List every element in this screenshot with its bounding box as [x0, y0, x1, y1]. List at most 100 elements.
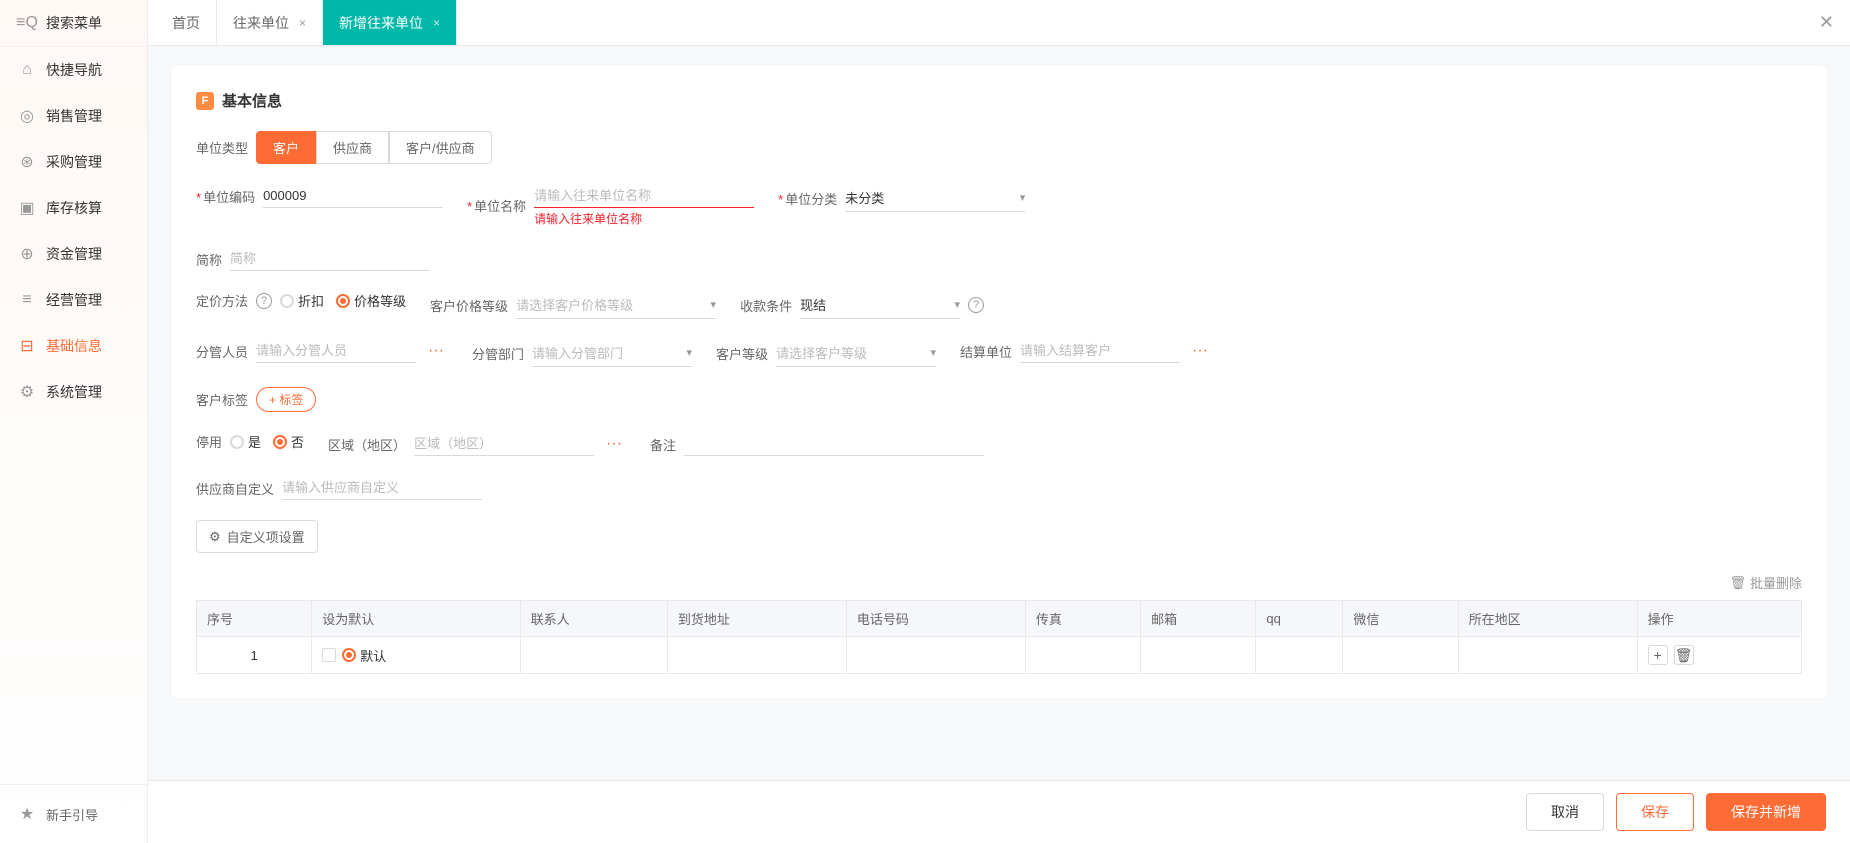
sidebar-item-label: 资金管理	[46, 244, 102, 264]
default-radio-dot	[346, 652, 352, 658]
department-label: 分管部门	[472, 344, 524, 363]
add-row-button[interactable]: +	[1648, 645, 1668, 665]
pricing-method-group: 定价方法 ? 折扣 价格等级	[196, 291, 406, 310]
th-wechat: 微信	[1343, 601, 1458, 637]
batch-delete-label: 批量删除	[1750, 573, 1802, 592]
tab-new-partner-close[interactable]: ×	[433, 16, 440, 30]
content-area: F 基本信息 单位类型 客户 供应商 客户/供应商 *单位编码	[148, 46, 1850, 780]
supplier-custom-label: 供应商自定义	[196, 479, 274, 498]
tab-home-label: 首页	[172, 13, 200, 33]
region-input[interactable]	[414, 432, 594, 456]
cancel-button[interactable]: 取消	[1526, 793, 1604, 831]
th-action: 操作	[1637, 601, 1801, 637]
unit-btn-customer[interactable]: 客户	[256, 131, 316, 164]
finance-icon: ⊕	[16, 243, 38, 265]
th-email: 邮箱	[1141, 601, 1256, 637]
radio-discount[interactable]: 折扣	[280, 291, 324, 310]
radio-price-level-circle	[336, 294, 350, 308]
manager-group: 分管人员 ···	[196, 339, 448, 363]
unit-code-input[interactable]	[263, 184, 443, 208]
short-name-group: 简称	[196, 247, 430, 271]
sidebar-item-finance[interactable]: ⊕ 资金管理	[0, 231, 147, 277]
footer: 取消 保存 保存并新增	[148, 780, 1850, 843]
sidebar-item-inventory[interactable]: ▣ 库存核算	[0, 185, 147, 231]
td-qq	[1256, 637, 1343, 674]
sidebar-item-label: 快捷导航	[46, 60, 102, 80]
unit-name-input[interactable]	[534, 184, 754, 208]
settlement-unit-group: 结算单位 ···	[960, 339, 1212, 363]
collection-question-icon[interactable]: ?	[968, 297, 984, 313]
tab-partners-label: 往来单位	[233, 13, 289, 33]
unit-category-label: *单位分类	[778, 189, 837, 208]
manager-more-btn[interactable]: ···	[424, 342, 448, 360]
basic-icon: ⊟	[16, 335, 38, 357]
collection-condition-select[interactable]: 现结 ▾	[800, 291, 960, 319]
default-radio[interactable]: 默认	[342, 646, 386, 665]
trash-icon: 🗑	[1729, 575, 1746, 591]
row-checkbox[interactable]	[322, 648, 336, 662]
add-tag-button[interactable]: + 标签	[256, 387, 316, 412]
radio-discount-label: 折扣	[298, 291, 324, 310]
settlement-unit-more-btn[interactable]: ···	[1188, 342, 1212, 360]
customer-level-select[interactable]: 请选择客户等级 ▾	[776, 339, 936, 367]
tab-home[interactable]: 首页	[156, 0, 217, 45]
unit-category-select[interactable]: 未分类 ▾	[845, 184, 1025, 212]
radio-price-level-dot	[340, 298, 346, 304]
radio-disabled-yes[interactable]: 是	[230, 432, 261, 451]
customer-level-label: 客户等级	[716, 344, 768, 363]
tab-new-partner[interactable]: 新增往来单位 ×	[323, 0, 457, 45]
sidebar-item-system[interactable]: ⚙ 系统管理	[0, 369, 147, 415]
radio-disabled-no[interactable]: 否	[273, 432, 304, 451]
custom-settings-button[interactable]: ⚙ 自定义项设置	[196, 520, 318, 553]
th-contact: 联系人	[520, 601, 667, 637]
customer-price-level-select[interactable]: 请选择客户价格等级 ▾	[516, 291, 716, 319]
sidebar-item-operations[interactable]: ≡ 经营管理	[0, 277, 147, 323]
radio-discount-circle	[280, 294, 294, 308]
unit-btn-supplier[interactable]: 供应商	[316, 131, 389, 164]
sidebar-item-label: 采购管理	[46, 152, 102, 172]
td-email	[1141, 637, 1256, 674]
th-default: 设为默认	[312, 601, 520, 637]
tab-bar: 首页 往来单位 × 新增往来单位 × ✕	[148, 0, 1850, 46]
customer-price-level-label: 客户价格等级	[430, 296, 508, 315]
sidebar-item-sales[interactable]: ◎ 销售管理	[0, 93, 147, 139]
sidebar: ≡Q 搜索菜单 ⌂ 快捷导航 ◎ 销售管理 ⊛ 采购管理 ▣ 库存核算 ⊕ 资金…	[0, 0, 148, 843]
sidebar-bottom-label: 新手引导	[46, 805, 98, 824]
tab-partners-close[interactable]: ×	[299, 16, 306, 30]
tags-row: 客户标签 + 标签	[196, 387, 1802, 412]
sidebar-search[interactable]: ≡Q 搜索菜单	[0, 0, 147, 47]
remarks-input[interactable]	[684, 432, 984, 456]
sidebar-item-new-guide[interactable]: ★ 新手引导	[0, 793, 147, 835]
sidebar-item-quick-nav[interactable]: ⌂ 快捷导航	[0, 47, 147, 93]
td-actions: + 🗑	[1637, 637, 1801, 674]
pricing-question-icon[interactable]: ?	[256, 293, 272, 309]
manager-input[interactable]	[256, 339, 416, 363]
supplier-custom-input[interactable]	[282, 476, 482, 500]
main-area: 首页 往来单位 × 新增往来单位 × ✕ F 基本信息 单位类型 客户	[148, 0, 1850, 843]
sidebar-item-basic[interactable]: ⊟ 基础信息	[0, 323, 147, 369]
batch-delete-button[interactable]: 🗑 批量删除	[1729, 573, 1802, 592]
region-more-btn[interactable]: ···	[602, 435, 626, 453]
delete-row-button[interactable]: 🗑	[1674, 645, 1694, 665]
settlement-unit-input[interactable]	[1020, 339, 1180, 363]
customer-price-level-group: 客户价格等级 请选择客户价格等级 ▾	[430, 291, 716, 319]
save-button[interactable]: 保存	[1616, 793, 1694, 831]
radio-price-level[interactable]: 价格等级	[336, 291, 406, 310]
department-select[interactable]: 请输入分管部门 ▾	[532, 339, 692, 367]
section-icon: F	[196, 92, 214, 110]
region-group: 区域（地区） ···	[328, 432, 626, 456]
short-name-input[interactable]	[230, 247, 430, 271]
table-section: 🗑 批量删除 序号 设为默认 联系人 到货地址 电话号码 传真 邮箱	[196, 573, 1802, 674]
custom-settings-label: 自定义项设置	[227, 527, 305, 546]
radio-disabled-yes-label: 是	[248, 432, 261, 451]
tab-partners[interactable]: 往来单位 ×	[217, 0, 323, 45]
unit-name-group: *单位名称 请输入往来单位名称	[467, 184, 754, 227]
window-close-icon[interactable]: ✕	[1811, 12, 1842, 33]
inventory-icon: ▣	[16, 197, 38, 219]
unit-name-label: *单位名称	[467, 196, 526, 215]
section-title: 基本信息	[222, 90, 282, 111]
save-new-button[interactable]: 保存并新增	[1706, 793, 1826, 831]
unit-btn-both[interactable]: 客户/供应商	[389, 131, 492, 164]
sidebar-item-purchase[interactable]: ⊛ 采购管理	[0, 139, 147, 185]
collection-condition-value: 现结	[800, 295, 950, 314]
